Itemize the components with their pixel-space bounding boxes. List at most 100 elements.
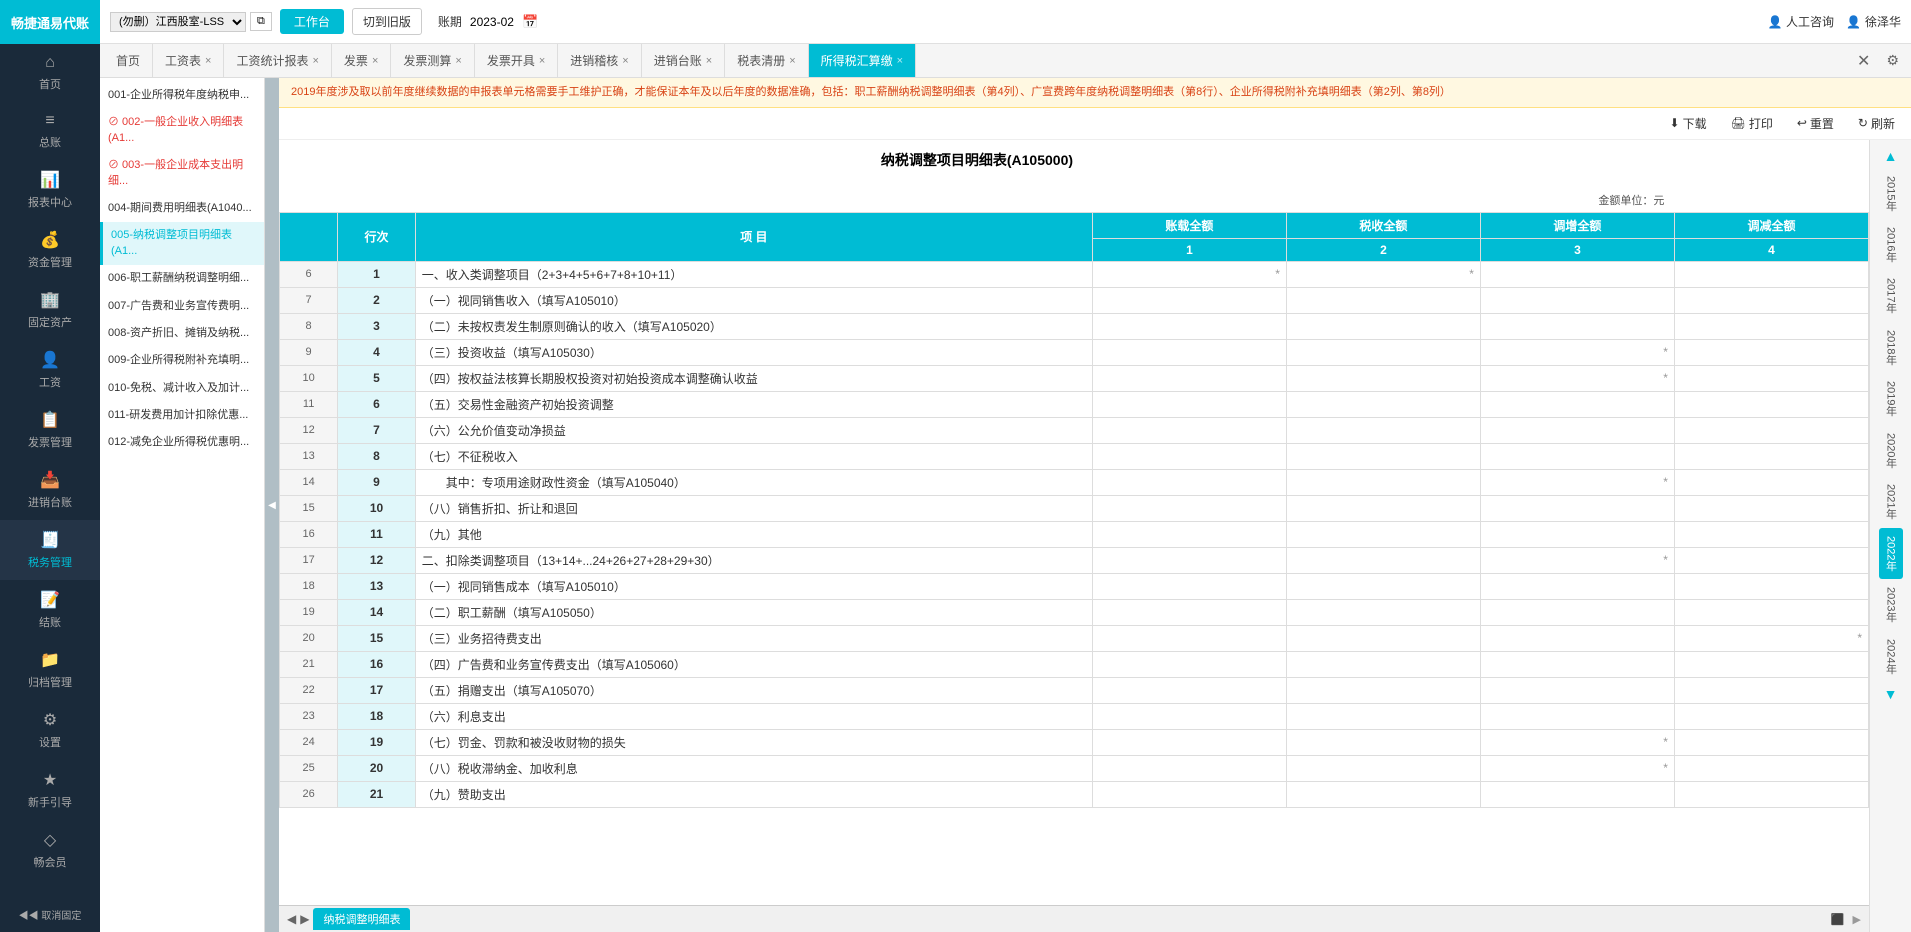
year-item-2019[interactable]: 2019年 [1879,373,1903,424]
sheet-nav-prev[interactable]: ◀ [287,912,296,926]
value-col-2[interactable] [1286,521,1480,547]
value-col-2[interactable] [1286,703,1480,729]
value-col-3[interactable] [1480,495,1674,521]
doc-item-004[interactable]: 004-期间费用明细表(A1040... [100,195,264,222]
refresh-button[interactable]: ↻ 刷新 [1852,112,1901,135]
tab-payroll-stats[interactable]: 工资统计报表 × [224,44,331,77]
tab-payroll-stats-close[interactable]: × [312,55,318,67]
value-col-3[interactable] [1480,261,1674,287]
service-label[interactable]: 👤 人工咨询 [1768,13,1834,30]
value-col-1[interactable] [1092,339,1286,365]
value-col-3[interactable] [1480,417,1674,443]
tab-invoice-open-close[interactable]: × [539,55,545,67]
value-col-1[interactable] [1092,599,1286,625]
sidebar-item-payroll[interactable]: 👤 工资 [0,340,100,400]
year-nav-down[interactable]: ▼ [1880,682,1902,706]
value-col-3[interactable] [1480,287,1674,313]
value-col-3[interactable] [1480,677,1674,703]
value-col-3[interactable] [1480,599,1674,625]
doc-item-006[interactable]: 006-职工薪酬纳税调整明细... [100,265,264,292]
sidebar-item-archive[interactable]: 📁 归档管理 [0,640,100,700]
tab-invoice-close[interactable]: × [372,55,378,67]
value-col-2[interactable] [1286,729,1480,755]
value-col-3[interactable] [1480,443,1674,469]
value-col-2[interactable] [1286,625,1480,651]
year-item-2020[interactable]: 2020年 [1879,425,1903,476]
old-version-button[interactable]: 切到旧版 [352,8,422,35]
value-col-3[interactable]: * [1480,339,1674,365]
year-item-2024[interactable]: 2024年 [1879,631,1903,682]
value-col-2[interactable] [1286,365,1480,391]
value-col-1[interactable] [1092,755,1286,781]
tab-payroll[interactable]: 工资表 × [153,44,224,77]
doc-item-012[interactable]: 012-减免企业所得税优惠明... [100,429,264,456]
year-item-2018[interactable]: 2018年 [1879,322,1903,373]
value-col-3[interactable] [1480,521,1674,547]
value-col-4[interactable] [1674,495,1868,521]
unpin-button[interactable]: ◀◀ 取消固定 [0,897,100,932]
download-button[interactable]: ⬇ 下载 [1664,112,1713,135]
value-col-4[interactable] [1674,755,1868,781]
value-col-1[interactable] [1092,287,1286,313]
value-col-3[interactable] [1480,625,1674,651]
value-col-3[interactable]: * [1480,469,1674,495]
year-item-2022[interactable]: 2022年 [1879,528,1903,579]
value-col-4[interactable] [1674,365,1868,391]
value-col-3[interactable]: * [1480,365,1674,391]
tab-income-tax-close[interactable]: × [897,55,903,67]
workbench-button[interactable]: 工作台 [280,9,344,34]
value-col-1[interactable] [1092,651,1286,677]
doc-item-005[interactable]: 005-纳税调整项目明细表(A1... [100,222,264,265]
value-col-4[interactable] [1674,287,1868,313]
value-col-4[interactable] [1674,521,1868,547]
value-col-4[interactable] [1674,677,1868,703]
value-col-1[interactable] [1092,469,1286,495]
tab-invoice-calc-close[interactable]: × [455,55,461,67]
value-col-3[interactable] [1480,651,1674,677]
tab-in-tax-check[interactable]: 进销稽核 × [558,44,641,77]
value-col-4[interactable] [1674,729,1868,755]
value-col-3[interactable] [1480,391,1674,417]
value-col-2[interactable] [1286,677,1480,703]
doc-item-010[interactable]: 010-免税、减计收入及加计... [100,375,264,402]
value-col-1[interactable] [1092,495,1286,521]
value-col-4[interactable] [1674,573,1868,599]
value-col-1[interactable] [1092,313,1286,339]
doc-item-011[interactable]: 011-研发费用加计扣除优惠... [100,402,264,429]
value-col-3[interactable] [1480,703,1674,729]
value-col-2[interactable] [1286,651,1480,677]
value-col-4[interactable] [1674,651,1868,677]
tab-in-ledger[interactable]: 进销台账 × [642,44,725,77]
tab-invoice[interactable]: 发票 × [332,44,391,77]
year-item-2015[interactable]: 2015年 [1879,168,1903,219]
value-col-4[interactable] [1674,443,1868,469]
value-col-1[interactable] [1092,391,1286,417]
value-col-2[interactable] [1286,391,1480,417]
value-col-2[interactable]: * [1286,261,1480,287]
scroll-left-indicator[interactable]: ⬛ [1831,913,1845,926]
value-col-4[interactable]: * [1674,625,1868,651]
tab-tax-clear[interactable]: 税表清册 × [725,44,808,77]
doc-item-003[interactable]: ⊘ 003-一般企业成本支出明细... [100,152,264,195]
value-col-3[interactable] [1480,781,1674,807]
value-col-2[interactable] [1286,469,1480,495]
value-col-2[interactable] [1286,287,1480,313]
tab-settings-button[interactable]: ⚙ [1878,52,1907,69]
year-item-2021[interactable]: 2021年 [1879,476,1903,527]
sidebar-item-inbound[interactable]: 📥 进销台账 [0,460,100,520]
value-col-3[interactable] [1480,313,1674,339]
value-col-4[interactable] [1674,313,1868,339]
user-info[interactable]: 👤 徐泽华 [1846,13,1901,30]
tab-home[interactable]: 首页 [104,44,153,77]
value-col-1[interactable] [1092,573,1286,599]
value-col-2[interactable] [1286,313,1480,339]
year-item-2016[interactable]: 2016年 [1879,219,1903,270]
value-col-2[interactable] [1286,573,1480,599]
tab-in-tax-check-close[interactable]: × [622,55,628,67]
value-col-2[interactable] [1286,495,1480,521]
value-col-2[interactable] [1286,417,1480,443]
value-col-1[interactable] [1092,521,1286,547]
value-col-2[interactable] [1286,755,1480,781]
year-item-2023[interactable]: 2023年 [1879,579,1903,630]
value-col-4[interactable] [1674,703,1868,729]
